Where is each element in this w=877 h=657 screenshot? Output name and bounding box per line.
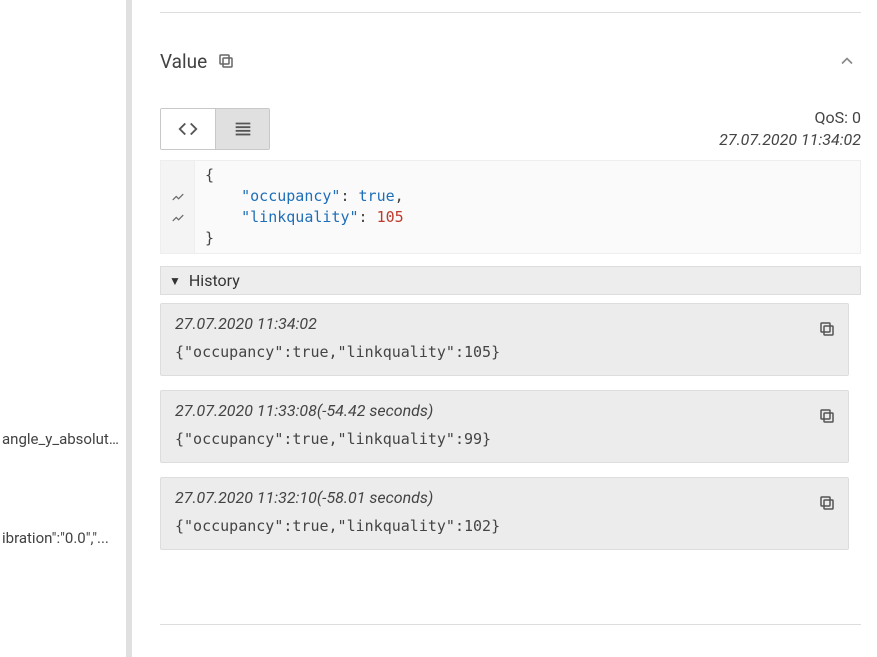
sidebar-item[interactable]: angle_y_absolut... [0,426,122,452]
value-timestamp: 27.07.2020 11:34:02 [719,129,861,151]
copy-icon[interactable] [818,407,836,425]
panel-title: Value [160,50,207,73]
divider [160,624,861,625]
qos-label: QoS: 0 [719,107,861,129]
triangle-down-icon: ▼ [169,274,181,288]
history-item-payload: {"occupancy":true,"linkquality":102} [175,517,500,535]
copy-icon[interactable] [818,320,836,338]
view-mode-toggle [160,108,270,150]
resize-handle[interactable] [124,392,132,410]
history-item-payload: {"occupancy":true,"linkquality":99} [175,430,491,448]
sidebar: angle_y_absolut... ibration":"0.0","... [0,0,132,657]
value-panel-header: Value [160,49,861,89]
gutter [161,161,195,253]
history-title: History [189,271,240,290]
chart-line-icon[interactable] [161,207,194,228]
history-item-timestamp: 27.07.2020 11:33:08(-54.42 seconds) [175,401,834,420]
main-content: Value [132,0,877,657]
copy-icon[interactable] [818,494,836,512]
history-item: 27.07.2020 11:34:02 {"occupancy":true,"l… [160,303,849,376]
history-item-timestamp: 27.07.2020 11:34:02 [175,314,834,333]
raw-view-button[interactable] [161,109,215,149]
formatted-view-button[interactable] [215,109,269,149]
json-viewer: { "occupancy": true, "linkquality": 105 … [160,160,861,254]
sidebar-item[interactable]: ibration":"0.0","... [0,525,122,551]
value-meta: QoS: 0 27.07.2020 11:34:02 [719,107,861,150]
chevron-up-icon[interactable] [835,49,859,73]
value-toolbar: QoS: 0 27.07.2020 11:34:02 [160,107,861,150]
history-item-payload: {"occupancy":true,"linkquality":105} [175,343,500,361]
value-panel: Value [160,49,861,550]
json-code[interactable]: { "occupancy": true, "linkquality": 105 … [195,161,860,253]
history-item: 27.07.2020 11:33:08(-54.42 seconds) {"oc… [160,390,849,463]
history-item: 27.07.2020 11:32:10(-58.01 seconds) {"oc… [160,477,849,550]
history-toggle[interactable]: ▼ History [160,266,861,295]
history-list[interactable]: 27.07.2020 11:34:02 {"occupancy":true,"l… [160,303,861,550]
divider [160,12,861,13]
chart-line-icon[interactable] [161,186,194,207]
history-item-timestamp: 27.07.2020 11:32:10(-58.01 seconds) [175,488,834,507]
copy-icon[interactable] [217,52,235,70]
